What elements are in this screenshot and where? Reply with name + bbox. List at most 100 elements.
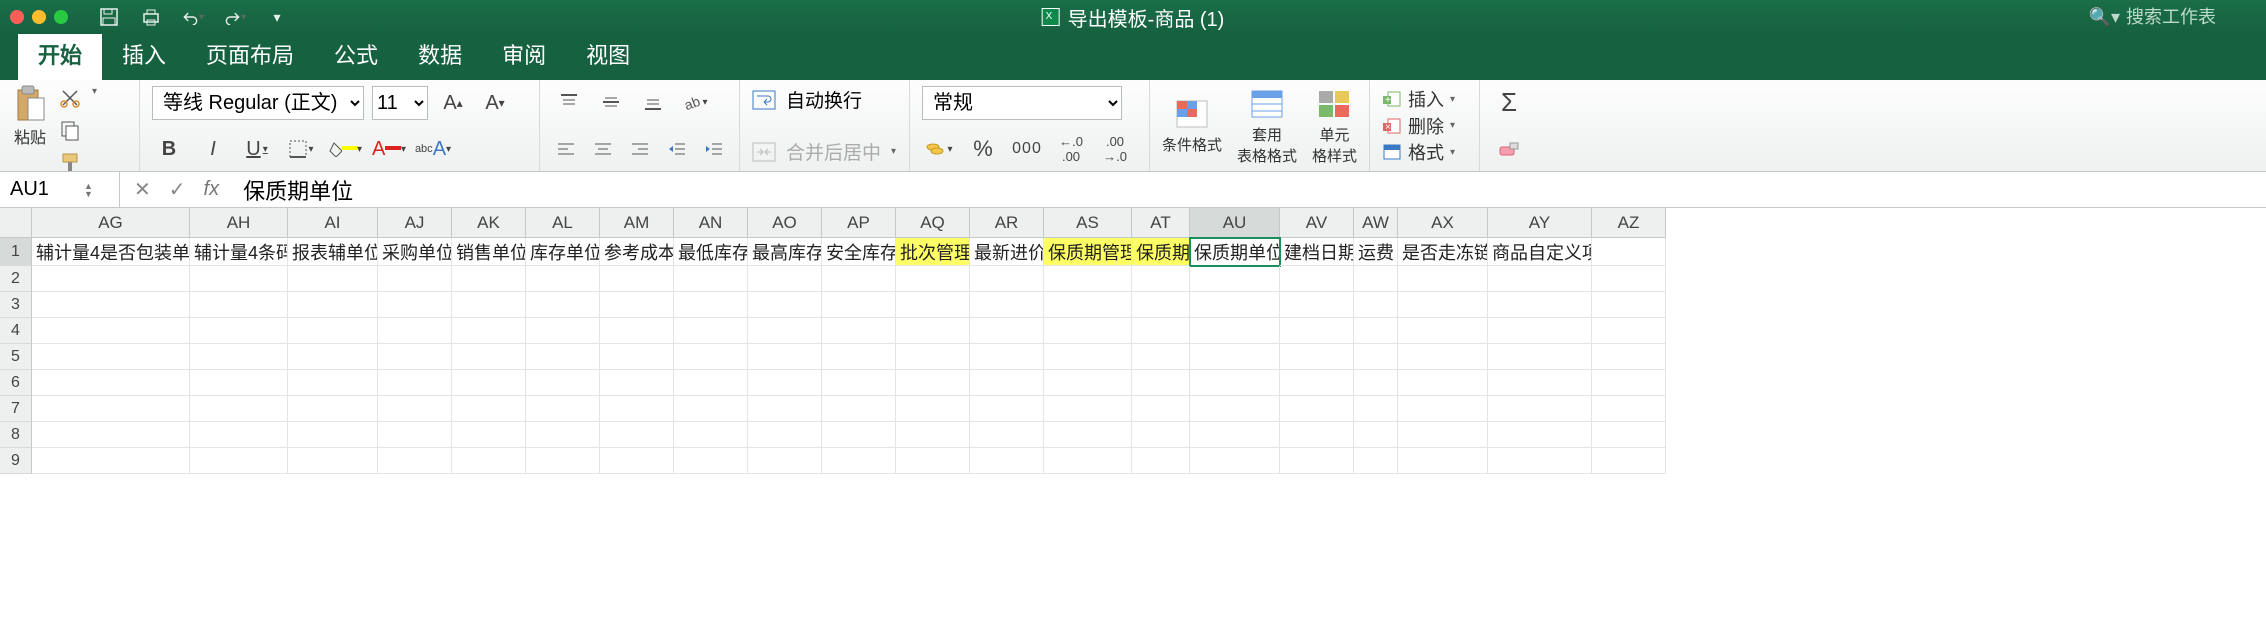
cell-AK4[interactable]: [452, 318, 526, 344]
cell-AT6[interactable]: [1132, 370, 1190, 396]
row-header-5[interactable]: 5: [0, 344, 32, 370]
font-name-select[interactable]: 等线 Regular (正文): [152, 86, 364, 120]
cell-AH9[interactable]: [190, 448, 288, 474]
cell-AP4[interactable]: [822, 318, 896, 344]
cell-AG8[interactable]: [32, 422, 190, 448]
merge-dropdown-icon[interactable]: ▾: [891, 146, 896, 157]
cell-AX7[interactable]: [1398, 396, 1488, 422]
cell-AM6[interactable]: [600, 370, 674, 396]
row-header-2[interactable]: 2: [0, 266, 32, 292]
cell-AX1[interactable]: 是否走冻链: [1398, 238, 1488, 266]
cell-AV8[interactable]: [1280, 422, 1354, 448]
cell-AX6[interactable]: [1398, 370, 1488, 396]
cell-AG4[interactable]: [32, 318, 190, 344]
cell-AL6[interactable]: [526, 370, 600, 396]
conditional-format-button[interactable]: 条件格式: [1162, 96, 1222, 155]
cell-AS5[interactable]: [1044, 344, 1132, 370]
cell-AS1[interactable]: 保质期管理: [1044, 238, 1132, 266]
cell-AZ5[interactable]: [1592, 344, 1666, 370]
cell-AO2[interactable]: [748, 266, 822, 292]
cell-AV4[interactable]: [1280, 318, 1354, 344]
column-header-AT[interactable]: AT: [1132, 208, 1190, 238]
cell-AR5[interactable]: [970, 344, 1044, 370]
cell-AM3[interactable]: [600, 292, 674, 318]
cell-AR3[interactable]: [970, 292, 1044, 318]
cell-AQ2[interactable]: [896, 266, 970, 292]
cell-AI1[interactable]: 报表辅单位: [288, 238, 378, 266]
cell-AS8[interactable]: [1044, 422, 1132, 448]
format-painter-icon[interactable]: [58, 150, 82, 174]
cell-AH5[interactable]: [190, 344, 288, 370]
cell-AS2[interactable]: [1044, 266, 1132, 292]
cell-AN7[interactable]: [674, 396, 748, 422]
cell-reference-input[interactable]: [10, 178, 80, 201]
cell-AK9[interactable]: [452, 448, 526, 474]
cell-AI6[interactable]: [288, 370, 378, 396]
align-top-button[interactable]: [552, 86, 586, 118]
row-header-7[interactable]: 7: [0, 396, 32, 422]
underline-button[interactable]: U▾: [240, 133, 274, 165]
cell-AZ9[interactable]: [1592, 448, 1666, 474]
clipboard-dropdown-icon[interactable]: ▾: [92, 86, 97, 97]
cell-AX9[interactable]: [1398, 448, 1488, 474]
border-button[interactable]: ▾: [284, 133, 318, 165]
maximize-icon[interactable]: [54, 10, 68, 24]
cell-AP8[interactable]: [822, 422, 896, 448]
cell-AV5[interactable]: [1280, 344, 1354, 370]
phonetic-button[interactable]: abcA▾: [416, 133, 450, 165]
cell-AO3[interactable]: [748, 292, 822, 318]
cell-AW1[interactable]: 运费: [1354, 238, 1398, 266]
number-format-select[interactable]: 常规: [922, 86, 1122, 120]
cell-AX4[interactable]: [1398, 318, 1488, 344]
cell-AZ2[interactable]: [1592, 266, 1666, 292]
cell-AJ1[interactable]: 采购单位: [378, 238, 452, 266]
cell-AN6[interactable]: [674, 370, 748, 396]
cell-AY1[interactable]: 商品自定义项: [1488, 238, 1592, 266]
insert-cells-button[interactable]: +插入▾: [1382, 86, 1467, 112]
cell-AH6[interactable]: [190, 370, 288, 396]
cell-AL2[interactable]: [526, 266, 600, 292]
cell-AL1[interactable]: 库存单位: [526, 238, 600, 266]
cell-AM9[interactable]: [600, 448, 674, 474]
cell-AY3[interactable]: [1488, 292, 1592, 318]
cell-AO9[interactable]: [748, 448, 822, 474]
cell-AG5[interactable]: [32, 344, 190, 370]
column-header-AM[interactable]: AM: [600, 208, 674, 238]
cell-AH2[interactable]: [190, 266, 288, 292]
accept-formula-icon[interactable]: ✓: [169, 177, 186, 202]
cell-AU5[interactable]: [1190, 344, 1280, 370]
cell-AG9[interactable]: [32, 448, 190, 474]
cell-AN5[interactable]: [674, 344, 748, 370]
cell-AL3[interactable]: [526, 292, 600, 318]
row-header-4[interactable]: 4: [0, 318, 32, 344]
cell-AS3[interactable]: [1044, 292, 1132, 318]
cell-AT8[interactable]: [1132, 422, 1190, 448]
tab-审阅[interactable]: 审阅: [482, 30, 566, 80]
currency-button[interactable]: ▾: [922, 133, 956, 165]
cell-AT2[interactable]: [1132, 266, 1190, 292]
cell-AS4[interactable]: [1044, 318, 1132, 344]
tab-插入[interactable]: 插入: [102, 30, 186, 80]
cell-AT9[interactable]: [1132, 448, 1190, 474]
cell-AV3[interactable]: [1280, 292, 1354, 318]
cell-AO4[interactable]: [748, 318, 822, 344]
row-header-1[interactable]: 1: [0, 238, 32, 266]
cell-AN2[interactable]: [674, 266, 748, 292]
cell-AU6[interactable]: [1190, 370, 1280, 396]
cell-AJ2[interactable]: [378, 266, 452, 292]
column-header-AW[interactable]: AW: [1354, 208, 1398, 238]
font-size-select[interactable]: 11: [372, 86, 428, 120]
name-box[interactable]: ▲▼: [0, 172, 120, 207]
cell-AW3[interactable]: [1354, 292, 1398, 318]
cell-AK6[interactable]: [452, 370, 526, 396]
cell-AU9[interactable]: [1190, 448, 1280, 474]
decrease-indent-button[interactable]: [663, 133, 690, 165]
cell-AK3[interactable]: [452, 292, 526, 318]
tab-数据[interactable]: 数据: [398, 30, 482, 80]
column-header-AL[interactable]: AL: [526, 208, 600, 238]
cell-AG6[interactable]: [32, 370, 190, 396]
search-input[interactable]: [2126, 7, 2256, 28]
format-cells-button[interactable]: 格式▾: [1382, 139, 1467, 165]
cell-AR4[interactable]: [970, 318, 1044, 344]
cell-AJ9[interactable]: [378, 448, 452, 474]
